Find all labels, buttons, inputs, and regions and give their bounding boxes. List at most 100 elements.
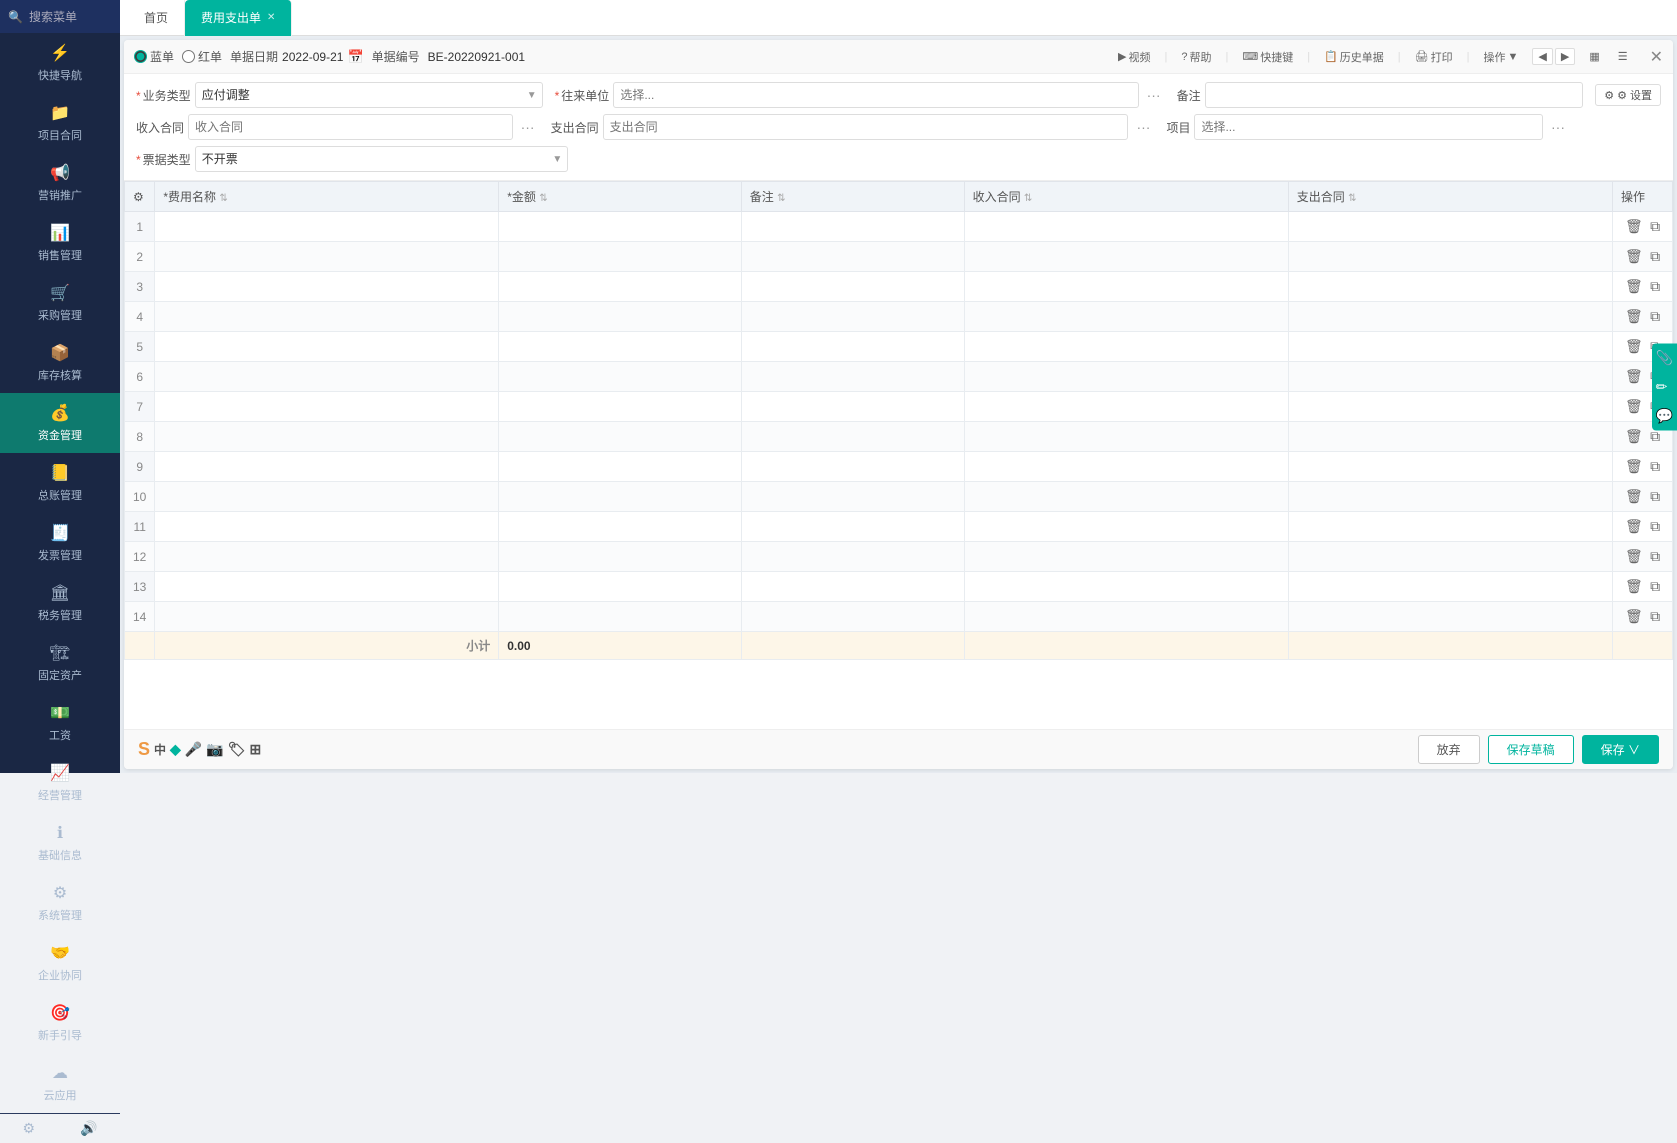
discard-button[interactable]: 放弃 bbox=[1418, 735, 1480, 764]
sidebar-item-sales[interactable]: 📊 销售管理 bbox=[0, 213, 120, 273]
delete-row-btn[interactable]: 🗑 bbox=[1623, 516, 1645, 537]
list-view-btn[interactable]: ☰ bbox=[1614, 48, 1632, 65]
copy-row-btn[interactable]: ⧉ bbox=[1648, 486, 1662, 507]
right-chat-icon[interactable]: 💬 bbox=[1652, 401, 1677, 430]
partner-more-icon[interactable]: ··· bbox=[1143, 87, 1165, 103]
expense-name-cell[interactable] bbox=[155, 482, 499, 512]
sidebar-item-fixed-assets[interactable]: 🏗 固定资产 bbox=[0, 633, 120, 693]
amount-cell[interactable] bbox=[499, 512, 742, 542]
amount-cell[interactable] bbox=[499, 302, 742, 332]
note-cell[interactable] bbox=[741, 362, 964, 392]
sidebar-item-enterprise[interactable]: 🤝 企业协同 bbox=[0, 933, 120, 993]
expense-contract-cell[interactable] bbox=[1288, 572, 1612, 602]
amount-cell[interactable] bbox=[499, 212, 742, 242]
brand-zhong-icon[interactable]: 中 bbox=[154, 741, 166, 758]
radio-red-input[interactable] bbox=[182, 50, 195, 63]
header-expense-name[interactable]: *费用名称 ⇅ bbox=[155, 182, 499, 212]
income-contract-cell[interactable] bbox=[964, 332, 1288, 362]
expense-contract-cell[interactable] bbox=[1288, 512, 1612, 542]
income-contract-cell[interactable] bbox=[964, 362, 1288, 392]
radio-red-label[interactable]: 红单 bbox=[182, 48, 222, 65]
sidebar-item-invoice[interactable]: 🧾 发票管理 bbox=[0, 513, 120, 573]
settings-btn[interactable]: ⚙ ⚙ 设置 bbox=[1595, 84, 1661, 106]
amount-cell[interactable] bbox=[499, 422, 742, 452]
window-close-btn[interactable]: ✕ bbox=[1650, 47, 1663, 67]
expense-name-cell[interactable] bbox=[155, 362, 499, 392]
note-cell[interactable] bbox=[741, 422, 964, 452]
note-cell[interactable] bbox=[741, 482, 964, 512]
expense-contract-cell[interactable] bbox=[1288, 422, 1612, 452]
expense-name-cell[interactable] bbox=[155, 272, 499, 302]
delete-row-btn[interactable]: 🗑 bbox=[1623, 546, 1645, 567]
brand-grid-icon[interactable]: ⊞ bbox=[249, 741, 261, 758]
header-expense-contract[interactable]: 支出合同 ⇅ bbox=[1288, 182, 1612, 212]
income-contract-cell[interactable] bbox=[964, 392, 1288, 422]
amount-cell[interactable] bbox=[499, 542, 742, 572]
sidebar-item-project-contract[interactable]: 📁 项目合同 bbox=[0, 93, 120, 153]
delete-row-btn[interactable]: 🗑 bbox=[1623, 306, 1645, 327]
expense-contract-cell[interactable] bbox=[1288, 452, 1612, 482]
income-contract-cell[interactable] bbox=[964, 242, 1288, 272]
sidebar-item-inventory[interactable]: 📦 库存核算 bbox=[0, 333, 120, 393]
sidebar-item-ops[interactable]: 📈 经营管理 bbox=[0, 753, 120, 813]
expense-contract-cell[interactable] bbox=[1288, 212, 1612, 242]
sidebar-item-purchase[interactable]: 🛒 采购管理 bbox=[0, 273, 120, 333]
expense-contract-cell[interactable] bbox=[1288, 242, 1612, 272]
project-more-icon[interactable]: ··· bbox=[1547, 119, 1569, 135]
income-contract-cell[interactable] bbox=[964, 422, 1288, 452]
delete-row-btn[interactable]: 🗑 bbox=[1623, 216, 1645, 237]
copy-row-btn[interactable]: ⧉ bbox=[1648, 276, 1662, 297]
income-contract-cell[interactable] bbox=[964, 542, 1288, 572]
tab-home[interactable]: 首页 bbox=[128, 0, 185, 36]
sidebar-search[interactable]: 🔍 搜索菜单 bbox=[0, 0, 120, 33]
sidebar-item-capital[interactable]: 💰 资金管理 bbox=[0, 393, 120, 453]
amount-cell[interactable] bbox=[499, 572, 742, 602]
income-contract-cell[interactable] bbox=[964, 572, 1288, 602]
expense-contract-cell[interactable] bbox=[1288, 272, 1612, 302]
sidebar-item-new-guide[interactable]: 🎯 新手引导 bbox=[0, 993, 120, 1053]
radio-blue-input[interactable] bbox=[134, 50, 147, 63]
expense-contract-input[interactable] bbox=[603, 114, 1129, 140]
expense-name-cell[interactable] bbox=[155, 572, 499, 602]
remark-input[interactable] bbox=[1205, 82, 1584, 108]
expense-name-cell[interactable] bbox=[155, 422, 499, 452]
income-contract-cell[interactable] bbox=[964, 272, 1288, 302]
income-contract-cell[interactable] bbox=[964, 512, 1288, 542]
invoice-type-select[interactable]: 不开票 bbox=[195, 146, 569, 172]
sidebar-item-basic[interactable]: ℹ 基础信息 bbox=[0, 813, 120, 873]
expense-name-cell[interactable] bbox=[155, 452, 499, 482]
delete-row-btn[interactable]: 🗑 bbox=[1623, 276, 1645, 297]
amount-cell[interactable] bbox=[499, 602, 742, 632]
biz-type-select[interactable]: 应付调整 bbox=[195, 82, 543, 108]
sidebar-item-ledger[interactable]: 📒 总账管理 bbox=[0, 453, 120, 513]
expense-contract-cell[interactable] bbox=[1288, 482, 1612, 512]
note-cell[interactable] bbox=[741, 602, 964, 632]
sidebar-item-quick-nav[interactable]: ⚡ 快捷导航 bbox=[0, 33, 120, 93]
note-cell[interactable] bbox=[741, 572, 964, 602]
partner-input[interactable] bbox=[613, 82, 1138, 108]
brand-tag-icon[interactable]: 🏷 bbox=[228, 741, 246, 758]
expense-contract-cell[interactable] bbox=[1288, 602, 1612, 632]
expense-name-cell[interactable] bbox=[155, 392, 499, 422]
delete-row-btn[interactable]: 🗑 bbox=[1623, 366, 1645, 387]
income-contract-cell[interactable] bbox=[964, 602, 1288, 632]
copy-row-btn[interactable]: ⧉ bbox=[1648, 246, 1662, 267]
expense-name-cell[interactable] bbox=[155, 542, 499, 572]
copy-row-btn[interactable]: ⧉ bbox=[1648, 216, 1662, 237]
nav-prev-btn[interactable]: ◀ bbox=[1532, 48, 1552, 65]
delete-row-btn[interactable]: 🗑 bbox=[1623, 606, 1645, 627]
expense-name-cell[interactable] bbox=[155, 242, 499, 272]
expense-contract-cell[interactable] bbox=[1288, 302, 1612, 332]
expense-name-cell[interactable] bbox=[155, 602, 499, 632]
amount-cell[interactable] bbox=[499, 362, 742, 392]
nav-next-btn[interactable]: ▶ bbox=[1555, 48, 1575, 65]
history-btn[interactable]: 📋 历史单据 bbox=[1320, 47, 1388, 67]
copy-row-btn[interactable]: ⧉ bbox=[1648, 606, 1662, 627]
amount-cell[interactable] bbox=[499, 242, 742, 272]
copy-row-btn[interactable]: ⧉ bbox=[1648, 576, 1662, 597]
operation-btn[interactable]: 操作 ▼ bbox=[1479, 47, 1522, 67]
delete-row-btn[interactable]: 🗑 bbox=[1623, 486, 1645, 507]
save-button[interactable]: 保存 ∨ bbox=[1582, 735, 1659, 764]
note-cell[interactable] bbox=[741, 512, 964, 542]
tab-expense[interactable]: 费用支出单 ✕ bbox=[185, 0, 292, 36]
